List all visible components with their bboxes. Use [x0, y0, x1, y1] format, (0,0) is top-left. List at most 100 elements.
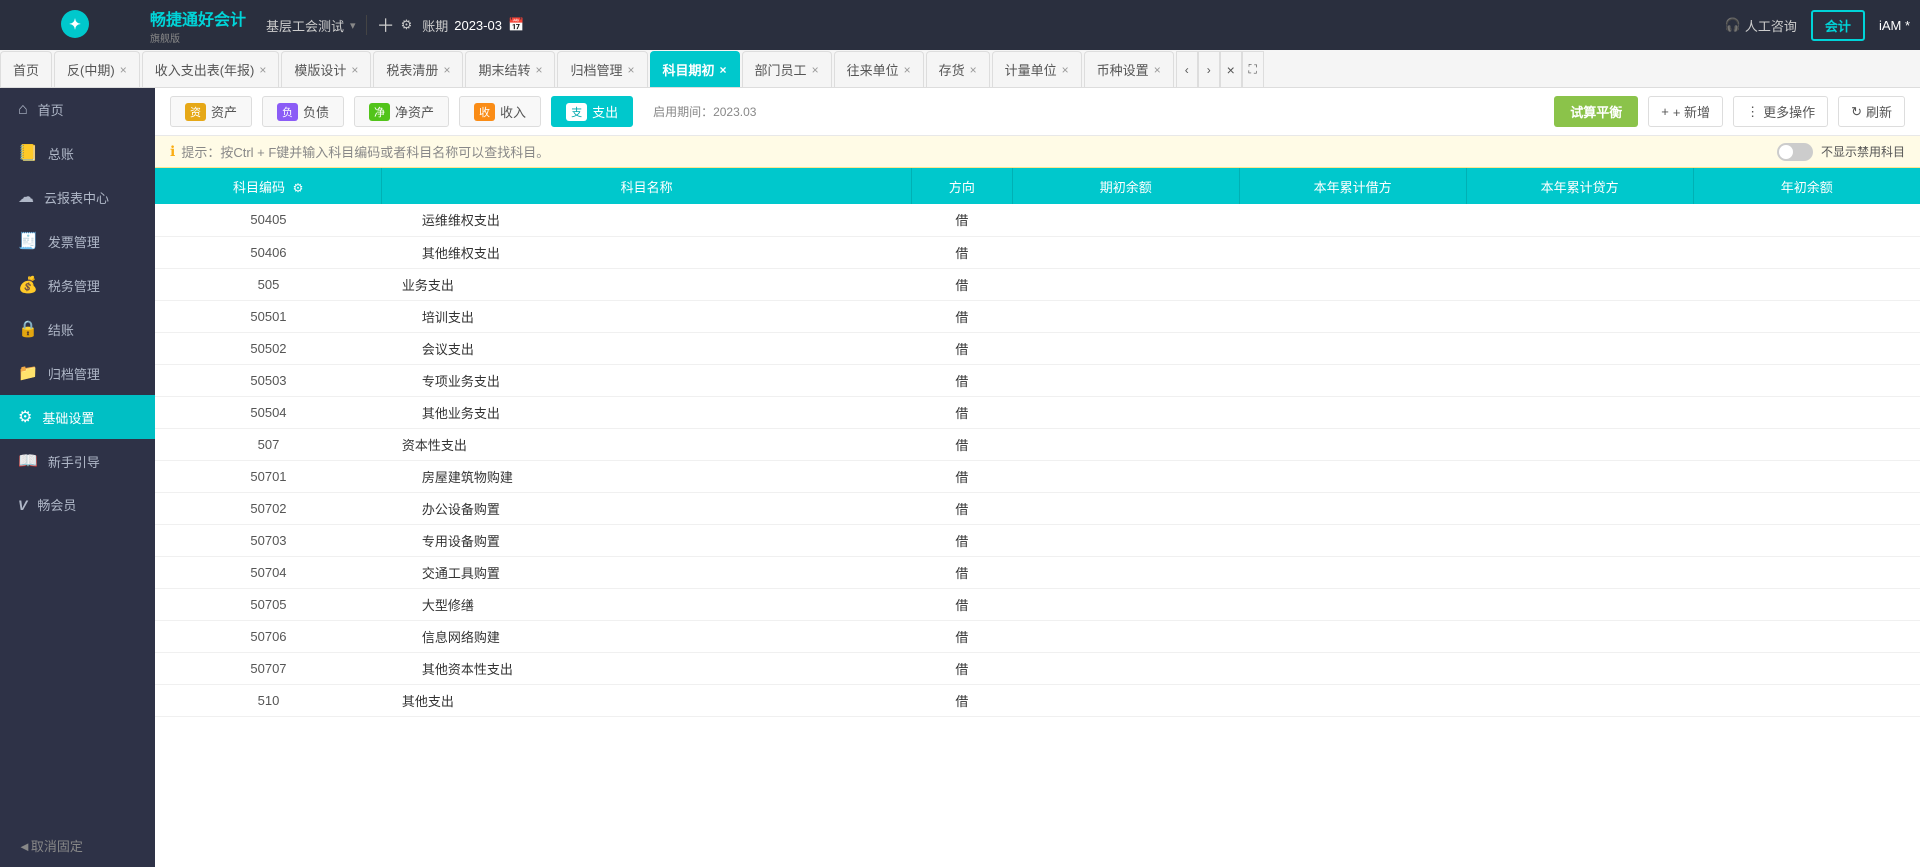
tab-currency[interactable]: 币种设置 ×	[1084, 51, 1174, 87]
tab-close-all-button[interactable]: ×	[1220, 51, 1242, 87]
calculate-button[interactable]: 试算平衡	[1554, 96, 1638, 127]
row-direction: 借	[911, 236, 1012, 268]
sidebar-item-archive[interactable]: 📁 归档管理	[0, 351, 155, 395]
table-row[interactable]: 50502 会议支出 借	[155, 332, 1920, 364]
tab-measure-label: 计量单位	[1005, 60, 1057, 79]
ai-consult-button[interactable]: 🎧 人工咨询	[1725, 16, 1797, 35]
table-row[interactable]: 50701 房屋建筑物购建 借	[155, 460, 1920, 492]
tab-period-end-close-icon[interactable]: ×	[535, 63, 542, 77]
sidebar-pin-button[interactable]: ◄取消固定	[0, 824, 155, 867]
row-code: 50502	[155, 332, 382, 364]
table-row[interactable]: 50501 培训支出 借	[155, 300, 1920, 332]
tab-company[interactable]: 往来单位 ×	[834, 51, 924, 87]
archive-icon: 📁	[18, 363, 38, 383]
tab-subject-period[interactable]: 科目期初 ×	[650, 51, 740, 87]
tab-archive-close-icon[interactable]: ×	[628, 63, 635, 77]
sidebar-item-member[interactable]: V 畅会员	[0, 483, 155, 526]
row-year-credit	[1466, 204, 1693, 236]
sidebar-item-invoice[interactable]: 🧾 发票管理	[0, 219, 155, 263]
table-row[interactable]: 50704 交通工具购置 借	[155, 556, 1920, 588]
sub-tab-income[interactable]: 收 收入	[459, 96, 541, 127]
sub-tab-expense[interactable]: 支 支出	[551, 96, 633, 127]
tab-department-close-icon[interactable]: ×	[812, 63, 819, 77]
tab-mid-close-icon[interactable]: ×	[120, 63, 127, 77]
table-row[interactable]: 50503 专项业务支出 借	[155, 364, 1920, 396]
add-tab-button[interactable]: ＋	[377, 12, 395, 38]
table-row[interactable]: 50504 其他业务支出 借	[155, 396, 1920, 428]
toggle-label: 不显示禁用科目	[1821, 143, 1905, 160]
tab-archive[interactable]: 归档管理 ×	[557, 51, 647, 87]
tab-currency-label: 币种设置	[1097, 60, 1149, 79]
table-row[interactable]: 50703 专用设备购置 借	[155, 524, 1920, 556]
sidebar-item-home[interactable]: ⌂ 首页	[0, 88, 155, 131]
tab-mid[interactable]: 反(中期) ×	[54, 51, 140, 87]
table-row[interactable]: 50702 办公设备购置 借	[155, 492, 1920, 524]
net-asset-badge: 净	[369, 103, 390, 121]
tab-home[interactable]: 首页	[0, 51, 52, 87]
tab-next-button[interactable]: ›	[1198, 51, 1220, 87]
settings-icon[interactable]: ⚙	[401, 17, 413, 33]
logo-sub-text: 旗舰版	[150, 30, 246, 45]
period-display: 账期 2023-03 📅	[422, 16, 524, 35]
row-name: 业务支出	[382, 268, 912, 300]
table-row[interactable]: 50405 运维维权支出 借	[155, 204, 1920, 236]
tab-currency-close-icon[interactable]: ×	[1154, 63, 1161, 77]
tab-subject-period-close-icon[interactable]: ×	[720, 63, 727, 77]
table-row[interactable]: 505 业务支出 借	[155, 268, 1920, 300]
row-year-debit	[1239, 620, 1466, 652]
sidebar-item-report[interactable]: ☁ 云报表中心	[0, 175, 155, 219]
tab-fullscreen-button[interactable]: ⛶	[1242, 51, 1264, 87]
disable-toggle[interactable]	[1777, 143, 1813, 161]
project-selector[interactable]: 基层工会测试 ▾	[266, 16, 356, 35]
more-button[interactable]: ⋮ 更多操作	[1733, 96, 1828, 127]
table-row[interactable]: 50707 其他资本性支出 借	[155, 652, 1920, 684]
tab-template[interactable]: 模版设计 ×	[281, 51, 371, 87]
tab-tax-clear[interactable]: 税表清册 ×	[373, 51, 463, 87]
more-label: 更多操作	[1763, 102, 1815, 121]
tab-home-label: 首页	[13, 60, 39, 79]
row-code: 50701	[155, 460, 382, 492]
sidebar-item-settings[interactable]: ⚙ 基础设置	[0, 395, 155, 439]
sidebar-item-guide[interactable]: 📖 新手引导	[0, 439, 155, 483]
table-row[interactable]: 510 其他支出 借	[155, 684, 1920, 716]
hint-left: ℹ 提示：按Ctrl + F键并输入科目编码或者科目名称可以查找科目。	[170, 142, 549, 161]
code-settings-icon[interactable]: ⚙	[293, 181, 304, 195]
tab-measure[interactable]: 计量单位 ×	[992, 51, 1082, 87]
tab-company-close-icon[interactable]: ×	[904, 63, 911, 77]
sidebar-item-tax-label: 税务管理	[48, 276, 100, 295]
refresh-button[interactable]: ↻ 刷新	[1838, 96, 1905, 127]
row-direction: 借	[911, 588, 1012, 620]
tab-tax-clear-close-icon[interactable]: ×	[443, 63, 450, 77]
kuaiji-button[interactable]: 会计	[1811, 10, 1865, 41]
row-year-debit	[1239, 588, 1466, 620]
tab-income-year[interactable]: 收入支出表(年报) ×	[142, 51, 280, 87]
calendar-icon[interactable]: 📅	[508, 17, 524, 33]
tab-period-end-label: 期末结转	[478, 60, 530, 79]
tab-department[interactable]: 部门员工 ×	[742, 51, 832, 87]
tab-income-year-close-icon[interactable]: ×	[259, 63, 266, 77]
header-direction: 方向	[911, 168, 1012, 204]
sub-tab-asset[interactable]: 资 资产	[170, 96, 252, 127]
sidebar-item-tax[interactable]: 💰 税务管理	[0, 263, 155, 307]
table-row[interactable]: 50406 其他维权支出 借	[155, 236, 1920, 268]
sidebar-item-guide-label: 新手引导	[48, 452, 100, 471]
sidebar-item-close-account[interactable]: 🔒 结账	[0, 307, 155, 351]
tab-period-end[interactable]: 期末结转 ×	[465, 51, 555, 87]
add-button[interactable]: + + 新增	[1648, 96, 1723, 127]
row-code: 50705	[155, 588, 382, 620]
table-row[interactable]: 507 资本性支出 借	[155, 428, 1920, 460]
tab-measure-close-icon[interactable]: ×	[1062, 63, 1069, 77]
sub-tab-net-asset[interactable]: 净 净资产	[354, 96, 449, 127]
sidebar-item-ledger[interactable]: 📒 总账	[0, 131, 155, 175]
tab-inventory[interactable]: 存货 ×	[926, 51, 990, 87]
row-year-balance	[1693, 236, 1920, 268]
tab-template-close-icon[interactable]: ×	[351, 63, 358, 77]
table-body: 50405 运维维权支出 借 50406 其他维权支出 借 505 业务支出 借…	[155, 204, 1920, 716]
row-year-credit	[1466, 364, 1693, 396]
tab-inventory-close-icon[interactable]: ×	[970, 63, 977, 77]
hint-bar: ℹ 提示：按Ctrl + F键并输入科目编码或者科目名称可以查找科目。 不显示禁…	[155, 136, 1920, 168]
sub-tab-liability[interactable]: 负 负债	[262, 96, 344, 127]
table-row[interactable]: 50706 信息网络购建 借	[155, 620, 1920, 652]
tab-prev-button[interactable]: ‹	[1176, 51, 1198, 87]
table-row[interactable]: 50705 大型修缮 借	[155, 588, 1920, 620]
